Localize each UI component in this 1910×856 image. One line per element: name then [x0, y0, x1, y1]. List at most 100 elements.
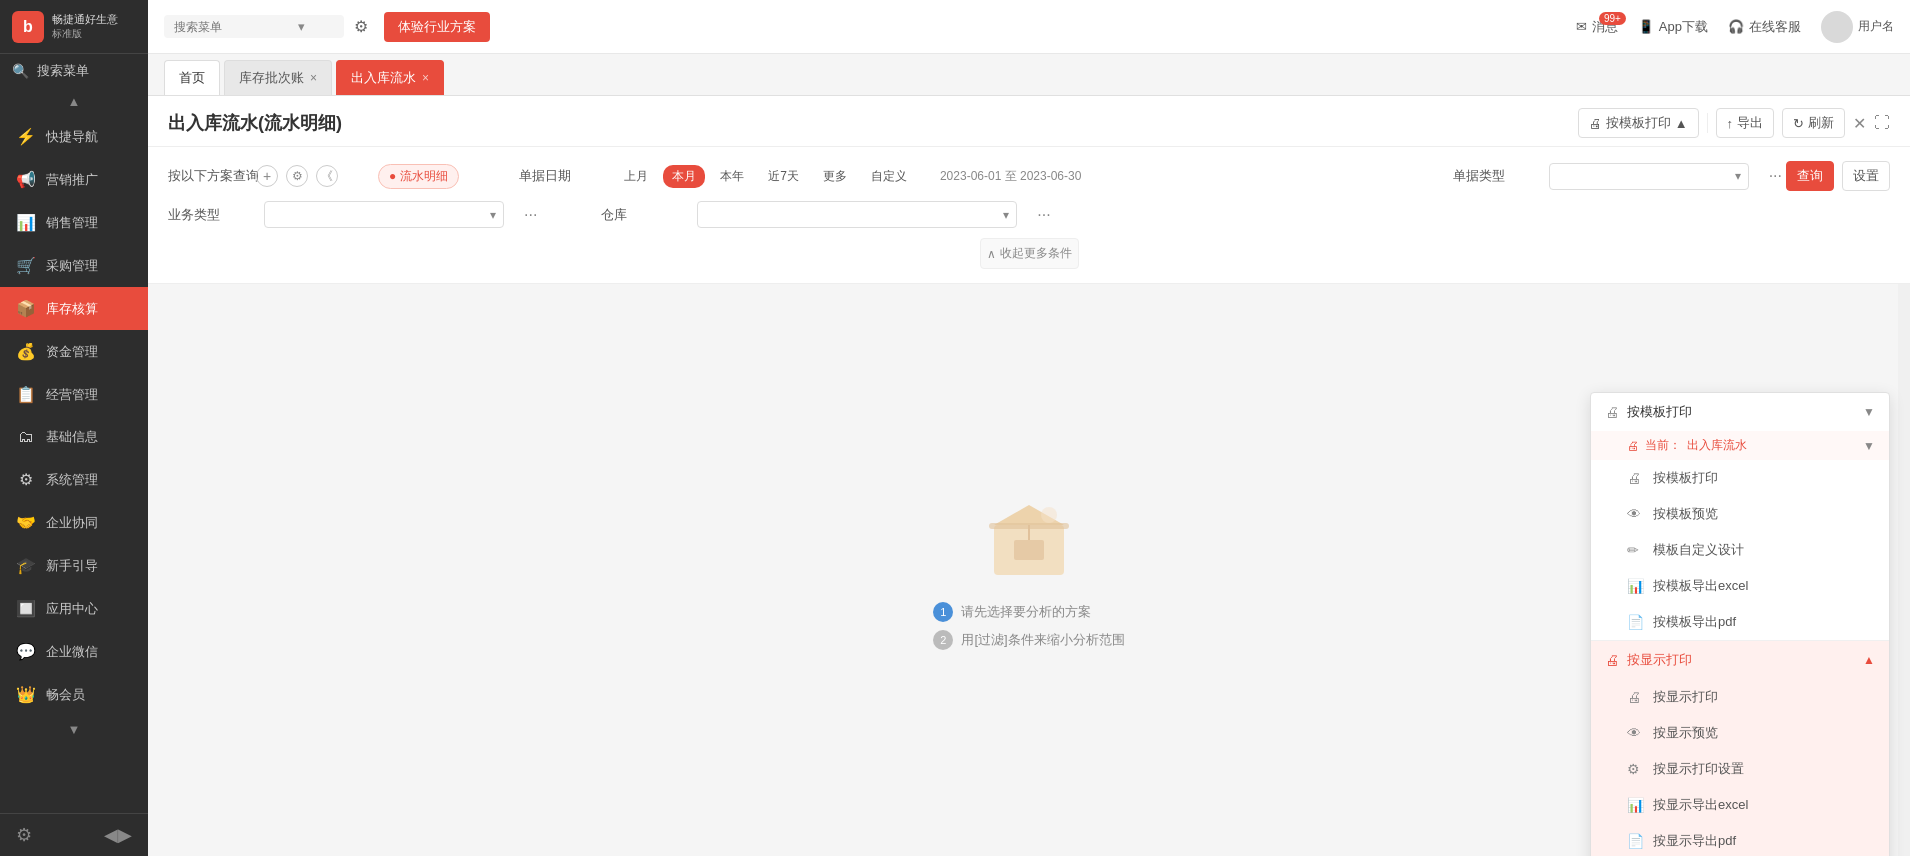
business-type-section: 业务类型 ··· — [168, 201, 541, 228]
sidebar-item-inventory[interactable]: 📦 库存核算 — [0, 287, 148, 330]
tab-close-inventory-batch[interactable]: × — [310, 71, 317, 85]
window-controls: ✕ ⛶ — [1853, 114, 1890, 133]
template-print-section-header[interactable]: 🖨 按模板打印 ▼ — [1591, 393, 1889, 431]
sidebar-item-app-center[interactable]: 🔲 应用中心 — [0, 587, 148, 630]
template-excel-item[interactable]: 📊 按模板导出excel — [1591, 568, 1889, 604]
wechat-icon: 💬 — [16, 642, 36, 661]
display-print-settings-item[interactable]: ⚙ 按显示打印设置 — [1591, 751, 1889, 787]
date-btn-custom[interactable]: 自定义 — [862, 164, 916, 189]
sidebar-item-collab[interactable]: 🤝 企业协同 — [0, 501, 148, 544]
display-print-item[interactable]: 🖨 按显示打印 — [1591, 679, 1889, 715]
window-close-btn[interactable]: ✕ — [1853, 114, 1866, 133]
receipt-type-more-dots[interactable]: ··· — [1765, 167, 1786, 185]
query-btn-group: 查询 设置 — [1786, 161, 1890, 191]
sidebar-item-member[interactable]: 👑 畅会员 — [0, 673, 148, 716]
refresh-button[interactable]: ↻ 刷新 — [1782, 108, 1845, 138]
template-pdf-icon: 📄 — [1627, 614, 1643, 630]
topbar-settings-icon[interactable]: ⚙ — [354, 17, 368, 36]
receipt-type-select[interactable] — [1549, 163, 1749, 190]
display-preview-item[interactable]: 👁 按显示预览 — [1591, 715, 1889, 751]
user-avatar-btn[interactable]: 用户名 — [1821, 11, 1894, 43]
sidebar-item-sales[interactable]: 📊 销售管理 — [0, 201, 148, 244]
page-header: 出入库流水(流水明细) 🖨 按模板打印 ▲ ↑ 导出 ↻ 刷新 — [148, 96, 1910, 147]
date-filter-section: 单据日期 上月 本月 本年 近7天 更多 自定义 2023-06-01 至 20… — [519, 164, 1412, 189]
sidebar-nav: ▲ ⚡ 快捷导航 📢 营销推广 📊 销售管理 🛒 采购管理 📦 库存核算 — [0, 88, 148, 813]
warehouse-more-dots[interactable]: ··· — [1033, 206, 1054, 224]
tab-inout-flow[interactable]: 出入库流水 × — [336, 60, 444, 95]
empty-step-2: 2 用[过滤]条件来缩小分析范围 — [933, 630, 1124, 650]
topbar-search-box[interactable]: ▾ — [164, 15, 344, 38]
topbar-search-input[interactable] — [174, 20, 294, 34]
display-print-section-header[interactable]: 🖨 按显示打印 ▲ — [1591, 641, 1889, 679]
filter-tag-item[interactable]: ● 流水明细 — [378, 164, 459, 189]
topbar-search-dropdown-icon[interactable]: ▾ — [298, 19, 305, 34]
sidebar-item-guide[interactable]: 🎓 新手引导 — [0, 544, 148, 587]
app-download-btn[interactable]: 📱 App下载 — [1638, 18, 1708, 36]
receipt-type-section: 单据类型 ··· — [1453, 163, 1786, 190]
sidebar-item-marketing[interactable]: 📢 营销推广 — [0, 158, 148, 201]
business-type-select[interactable] — [264, 201, 504, 228]
display-excel-item[interactable]: 📊 按显示导出excel — [1591, 787, 1889, 823]
sidebar-item-basic-info[interactable]: 🗂 基础信息 — [0, 416, 148, 458]
date-btn-last-month[interactable]: 上月 — [615, 164, 657, 189]
sidebar-search[interactable]: 🔍 搜索菜单 — [0, 54, 148, 88]
sidebar-item-label: 经营管理 — [46, 386, 98, 404]
query-button[interactable]: 查询 — [1786, 161, 1834, 191]
purchase-icon: 🛒 — [16, 256, 36, 275]
gear-icon[interactable]: ⚙ — [16, 824, 32, 846]
template-customize-item[interactable]: ✏ 模板自定义设计 — [1591, 532, 1889, 568]
empty-state-icon — [979, 490, 1079, 590]
tab-inventory-batch[interactable]: 库存批次账 × — [224, 60, 332, 95]
scroll-down-btn[interactable]: ▼ — [0, 716, 148, 743]
sidebar-item-finance[interactable]: 💰 资金管理 — [0, 330, 148, 373]
message-btn[interactable]: ✉ 消息 99+ — [1576, 18, 1618, 36]
current-icon: 🖨 — [1627, 439, 1639, 453]
sidebar-item-label: 新手引导 — [46, 557, 98, 575]
online-service-label: 在线客服 — [1749, 18, 1801, 36]
warehouse-select[interactable] — [697, 201, 1017, 228]
display-pdf-item[interactable]: 📄 按显示导出pdf — [1591, 823, 1889, 856]
collapse-icon: ∧ — [987, 247, 996, 261]
finance-icon: 💰 — [16, 342, 36, 361]
page-header-actions: 🖨 按模板打印 ▲ ↑ 导出 ↻ 刷新 ✕ ⛶ — [1578, 108, 1890, 138]
sidebar-item-quick-nav[interactable]: ⚡ 快捷导航 — [0, 115, 148, 158]
filter-tag-area: ● 流水明细 — [378, 164, 459, 189]
sidebar-item-wechat[interactable]: 💬 企业微信 — [0, 630, 148, 673]
display-preview-icon: 👁 — [1627, 725, 1643, 741]
date-btn-this-year[interactable]: 本年 — [711, 164, 753, 189]
display-print-label: 按显示打印 — [1627, 651, 1692, 669]
sidebar-bottom: ⚙ ◀▶ — [0, 813, 148, 856]
tab-close-inout-flow[interactable]: × — [422, 71, 429, 85]
template-preview-item[interactable]: 👁 按模板预览 — [1591, 496, 1889, 532]
guide-icon: 🎓 — [16, 556, 36, 575]
date-btn-this-month[interactable]: 本月 — [663, 165, 705, 188]
sidebar-item-purchase[interactable]: 🛒 采购管理 — [0, 244, 148, 287]
right-scrollbar[interactable] — [1898, 284, 1910, 856]
date-btn-7days[interactable]: 近7天 — [759, 164, 808, 189]
receipt-type-select-wrapper — [1549, 163, 1749, 190]
filter-settings-button[interactable]: ⚙ — [286, 165, 308, 187]
print-template-button[interactable]: 🖨 按模板打印 ▲ — [1578, 108, 1699, 138]
online-service-btn[interactable]: 🎧 在线客服 — [1728, 18, 1801, 36]
date-btn-more[interactable]: 更多 — [814, 164, 856, 189]
window-maximize-btn[interactable]: ⛶ — [1874, 114, 1890, 132]
scroll-up-btn[interactable]: ▲ — [0, 88, 148, 115]
settings-button[interactable]: 设置 — [1842, 161, 1890, 191]
tab-home[interactable]: 首页 — [164, 60, 220, 95]
sidebar-item-business[interactable]: 📋 经营管理 — [0, 373, 148, 416]
sidebar-item-label: 企业协同 — [46, 514, 98, 532]
template-pdf-item[interactable]: 📄 按模板导出pdf — [1591, 604, 1889, 640]
topbar-right: ✉ 消息 99+ 📱 App下载 🎧 在线客服 用户名 — [1576, 11, 1894, 43]
trial-button[interactable]: 体验行业方案 — [384, 12, 490, 42]
filter-expand-button[interactable]: 《 — [316, 165, 338, 187]
filter-tag-icon: ● — [389, 169, 396, 183]
collapse-sidebar-icon[interactable]: ◀▶ — [104, 824, 132, 846]
filter-add-button[interactable]: + — [256, 165, 278, 187]
template-print-item[interactable]: 🖨 按模板打印 — [1591, 460, 1889, 496]
collapse-more-btn[interactable]: ∧ 收起更多条件 — [980, 238, 1079, 269]
business-type-more-dots[interactable]: ··· — [520, 206, 541, 224]
export-button[interactable]: ↑ 导出 — [1716, 108, 1775, 138]
sidebar-item-system[interactable]: ⚙ 系统管理 — [0, 458, 148, 501]
svg-rect-2 — [1014, 540, 1044, 560]
empty-steps-list: 1 请先选择要分析的方案 2 用[过滤]条件来缩小分析范围 — [933, 602, 1124, 650]
